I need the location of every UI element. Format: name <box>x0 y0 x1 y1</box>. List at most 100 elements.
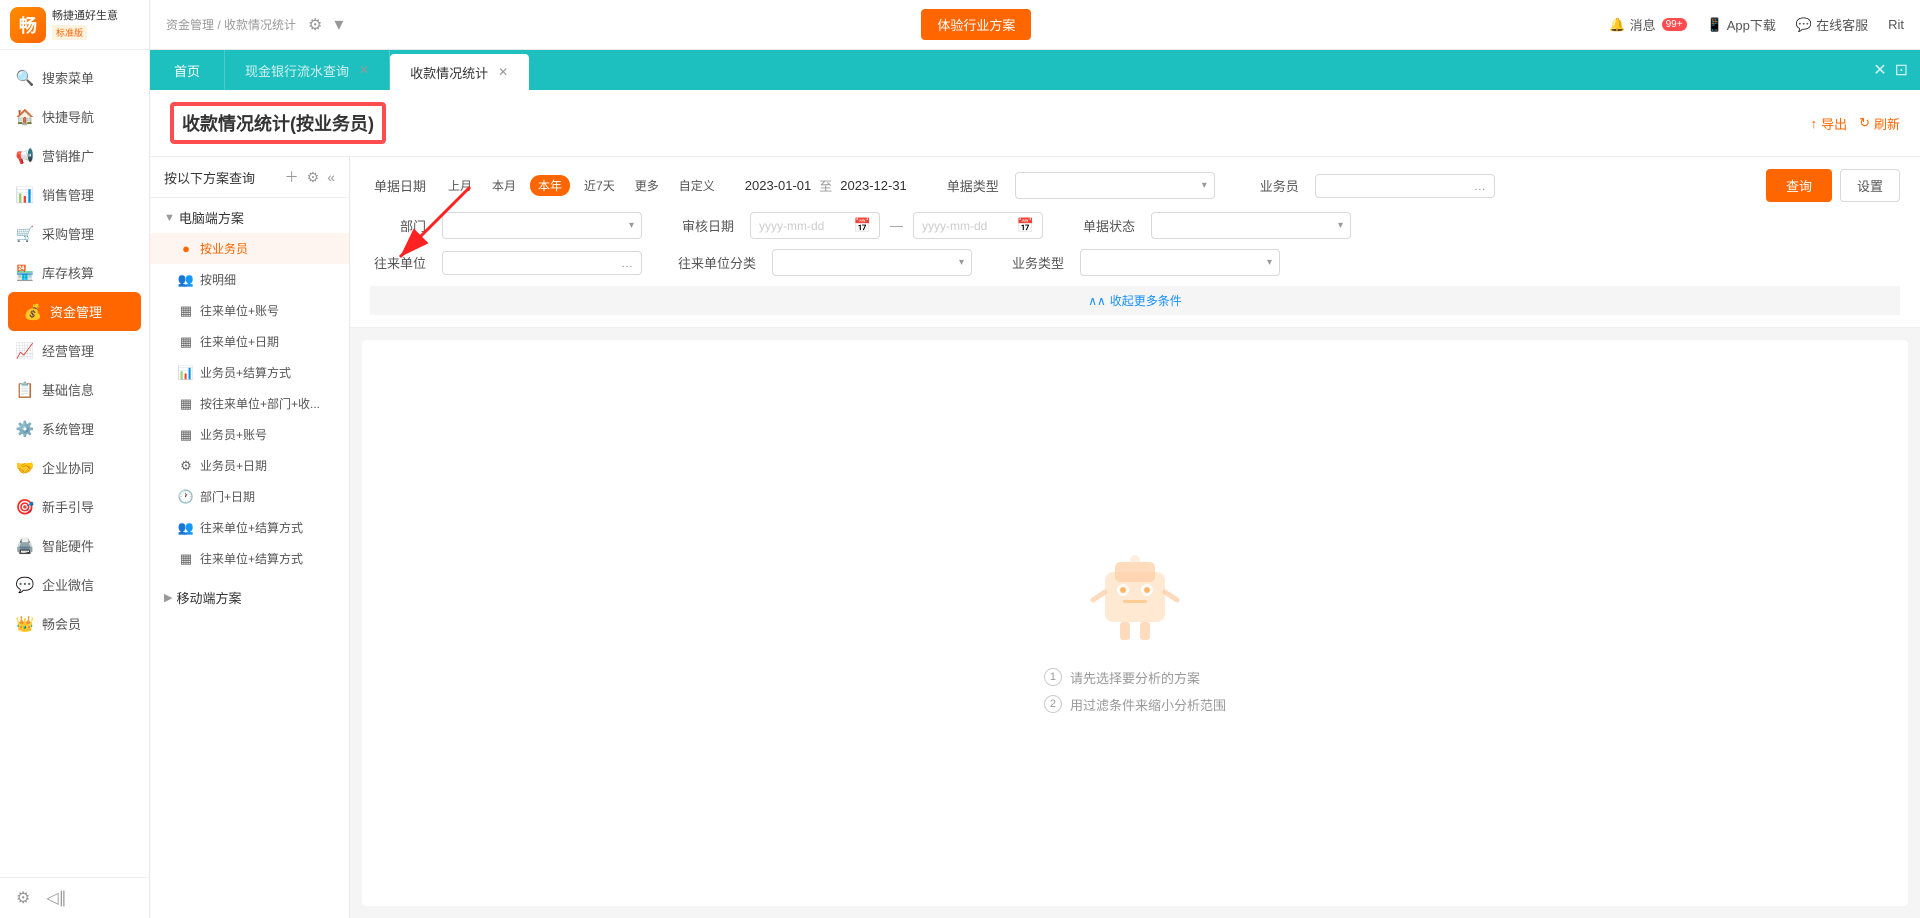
message-icon: 🔔 <box>1609 17 1625 33</box>
collapse-sidebar-icon[interactable]: ◁∥ <box>46 888 66 908</box>
scheme-item-counterpart-dept[interactable]: ▦ 按往来单位+部门+收... <box>150 388 349 419</box>
tab-bank-flow[interactable]: 现金银行流水查询 ✕ <box>225 50 390 90</box>
settings-bottom-icon[interactable]: ⚙ <box>16 888 30 908</box>
tab-collection-stat-close[interactable]: ✕ <box>498 65 508 79</box>
salesperson-date-label: 业务员+日期 <box>200 457 267 474</box>
vip-icon: 👑 <box>16 615 34 633</box>
scheme-item-counterpart-date[interactable]: ▦ 往来单位+日期 <box>150 326 349 357</box>
tab-maximize-btn[interactable]: ⊡ <box>1895 60 1908 80</box>
filter-row-1: 单据日期 上月 本月 本年 近7天 更多 自定义 2023-01-01 至 <box>370 169 1900 202</box>
review-date-from-input[interactable]: yyyy-mm-dd 📅 <box>750 212 880 239</box>
sidebar-item-search-menu[interactable]: 🔍搜索菜单 <box>0 58 149 97</box>
sidebar-item-sales[interactable]: 📊销售管理 <box>0 175 149 214</box>
tab-collection-stat[interactable]: 收款情况统计 ✕ <box>390 54 529 90</box>
collapse-panel-btn[interactable]: « <box>327 169 335 185</box>
sidebar-item-operations[interactable]: 📈经营管理 <box>0 331 149 370</box>
date-custom-btn[interactable]: 自定义 <box>673 175 721 196</box>
collapse-filter-btn[interactable]: ∧∧ 收起更多条件 <box>370 286 1900 315</box>
query-button[interactable]: 查询 <box>1766 169 1832 202</box>
sidebar-item-corp[interactable]: 🤝企业协同 <box>0 448 149 487</box>
salesperson-more-icon[interactable]: … <box>1474 179 1486 193</box>
business-type-label: 业务类型 <box>1008 253 1064 272</box>
sidebar-item-newbie[interactable]: 🎯新手引导 <box>0 487 149 526</box>
tab-home[interactable]: 首页 <box>150 50 225 90</box>
dept-select[interactable] <box>442 212 642 239</box>
user-name-item[interactable]: Rit <box>1888 17 1904 32</box>
scheme-item-counterpart-account[interactable]: ▦ 往来单位+账号 <box>150 295 349 326</box>
sidebar-item-basic[interactable]: 📋基础信息 <box>0 370 149 409</box>
purchase-icon: 🛒 <box>16 225 34 243</box>
counterpart-settle1-icon: 👥 <box>178 520 194 536</box>
sidebar-item-marketing[interactable]: 📢营销推广 <box>0 136 149 175</box>
tip-num-2: 2 <box>1044 695 1062 713</box>
smart-hw-icon: 🖨️ <box>16 537 34 555</box>
header-dropdown-icon[interactable]: ▾ <box>334 14 343 35</box>
settings-scheme-btn[interactable]: ⚙ <box>307 169 320 186</box>
scheme-item-counterpart-settle2[interactable]: ▦ 往来单位+结算方式 <box>150 543 349 574</box>
newbie-label: 新手引导 <box>42 497 94 516</box>
refresh-button[interactable]: ↻ 刷新 <box>1859 114 1900 133</box>
sidebar-item-smart-hw[interactable]: 🖨️智能硬件 <box>0 526 149 565</box>
online-service-item[interactable]: 💬 在线客服 <box>1796 15 1868 34</box>
date-this-year-btn[interactable]: 本年 <box>530 175 570 196</box>
operations-label: 经营管理 <box>42 341 94 360</box>
corp-label: 企业协同 <box>42 458 94 477</box>
tab-bank-flow-label: 现金银行流水查询 <box>245 61 349 80</box>
review-date-from-placeholder: yyyy-mm-dd <box>759 219 854 233</box>
date-more-btn[interactable]: 更多 <box>629 175 665 196</box>
setting-button[interactable]: 设置 <box>1840 169 1900 202</box>
counterpart-more-icon[interactable]: … <box>621 256 633 270</box>
counterpart-category-select[interactable] <box>772 249 972 276</box>
business-type-select[interactable] <box>1080 249 1280 276</box>
salesperson-input-area[interactable]: … <box>1315 174 1495 198</box>
app-download-item[interactable]: 📱 App下载 <box>1707 15 1776 34</box>
quick-nav-icon: 🏠 <box>16 108 34 126</box>
right-panel: 单据日期 上月 本月 本年 近7天 更多 自定义 2023-01-01 至 <box>350 157 1920 918</box>
date-last-month-btn[interactable]: 上月 <box>442 175 478 196</box>
export-button[interactable]: ↑ 导出 <box>1811 114 1848 133</box>
scheme-item-salesperson[interactable]: ● 按业务员 <box>150 233 349 264</box>
scheme-item-detail[interactable]: 👥 按明细 <box>150 264 349 295</box>
refresh-icon: ↻ <box>1859 115 1870 131</box>
empty-tip-1: 1 请先选择要分析的方案 <box>1044 668 1226 687</box>
review-date-to-input[interactable]: yyyy-mm-dd 📅 <box>913 212 1043 239</box>
logo-icon: 畅 <box>10 7 46 43</box>
date-7days-btn[interactable]: 近7天 <box>578 175 621 196</box>
calendar-from-icon[interactable]: 📅 <box>854 217 871 234</box>
quick-nav-label: 快捷导航 <box>42 107 94 126</box>
sidebar-item-wechat[interactable]: 💬企业微信 <box>0 565 149 604</box>
sidebar-item-purchase[interactable]: 🛒采购管理 <box>0 214 149 253</box>
message-item[interactable]: 🔔 消息 99+ <box>1609 15 1686 34</box>
trial-button[interactable]: 体验行业方案 <box>921 9 1031 40</box>
desktop-scheme-header[interactable]: ▼ 电脑端方案 <box>150 202 349 233</box>
voucher-status-select[interactable] <box>1151 212 1351 239</box>
tab-bank-flow-close[interactable]: ✕ <box>359 63 369 77</box>
calendar-to-icon[interactable]: 📅 <box>1017 217 1034 234</box>
empty-state: 1 请先选择要分析的方案 2 用过滤条件来缩小分析范围 <box>362 340 1908 906</box>
salesperson-account-icon: ▦ <box>178 427 194 443</box>
sidebar-item-system[interactable]: ⚙️系统管理 <box>0 409 149 448</box>
mobile-scheme-header[interactable]: ▶ 移动端方案 <box>150 582 349 613</box>
voucher-status-label: 单据状态 <box>1079 216 1135 235</box>
scheme-item-salesperson-date[interactable]: ⚙ 业务员+日期 <box>150 450 349 481</box>
sidebar-item-quick-nav[interactable]: 🏠 快捷导航 <box>0 97 149 136</box>
add-scheme-btn[interactable]: ＋ <box>285 167 299 187</box>
tab-close-all-btn[interactable]: ✕ <box>1873 60 1886 80</box>
scheme-item-counterpart-settle1[interactable]: 👥 往来单位+结算方式 <box>150 512 349 543</box>
tip-text-1: 请先选择要分析的方案 <box>1070 668 1200 687</box>
date-this-month-btn[interactable]: 本月 <box>486 175 522 196</box>
scheme-item-salesperson-settlement[interactable]: 📊 业务员+结算方式 <box>150 357 349 388</box>
counterpart-input-area[interactable]: … <box>442 251 642 275</box>
sidebar-item-inventory[interactable]: 🏪库存核算 <box>0 253 149 292</box>
sidebar-item-vip[interactable]: 👑畅会员 <box>0 604 149 643</box>
voucher-type-select[interactable] <box>1015 172 1215 199</box>
sidebar: 畅 畅捷通好生意 标准版 🔍搜索菜单🏠快捷导航📢营销推广📊销售管理🛒采购管理🏪库… <box>0 0 150 918</box>
counterpart-settle2-label: 往来单位+结算方式 <box>200 550 303 567</box>
header-settings-icon[interactable]: ⚙ <box>308 15 322 35</box>
sidebar-item-finance[interactable]: 💰资金管理 <box>8 292 141 331</box>
scheme-item-salesperson-account[interactable]: ▦ 业务员+账号 <box>150 419 349 450</box>
counterpart-settle1-label: 往来单位+结算方式 <box>200 519 303 536</box>
scheme-item-dept-date[interactable]: 🕐 部门+日期 <box>150 481 349 512</box>
inventory-icon: 🏪 <box>16 264 34 282</box>
left-panel-icon-group: ＋ ⚙ « <box>285 167 335 187</box>
